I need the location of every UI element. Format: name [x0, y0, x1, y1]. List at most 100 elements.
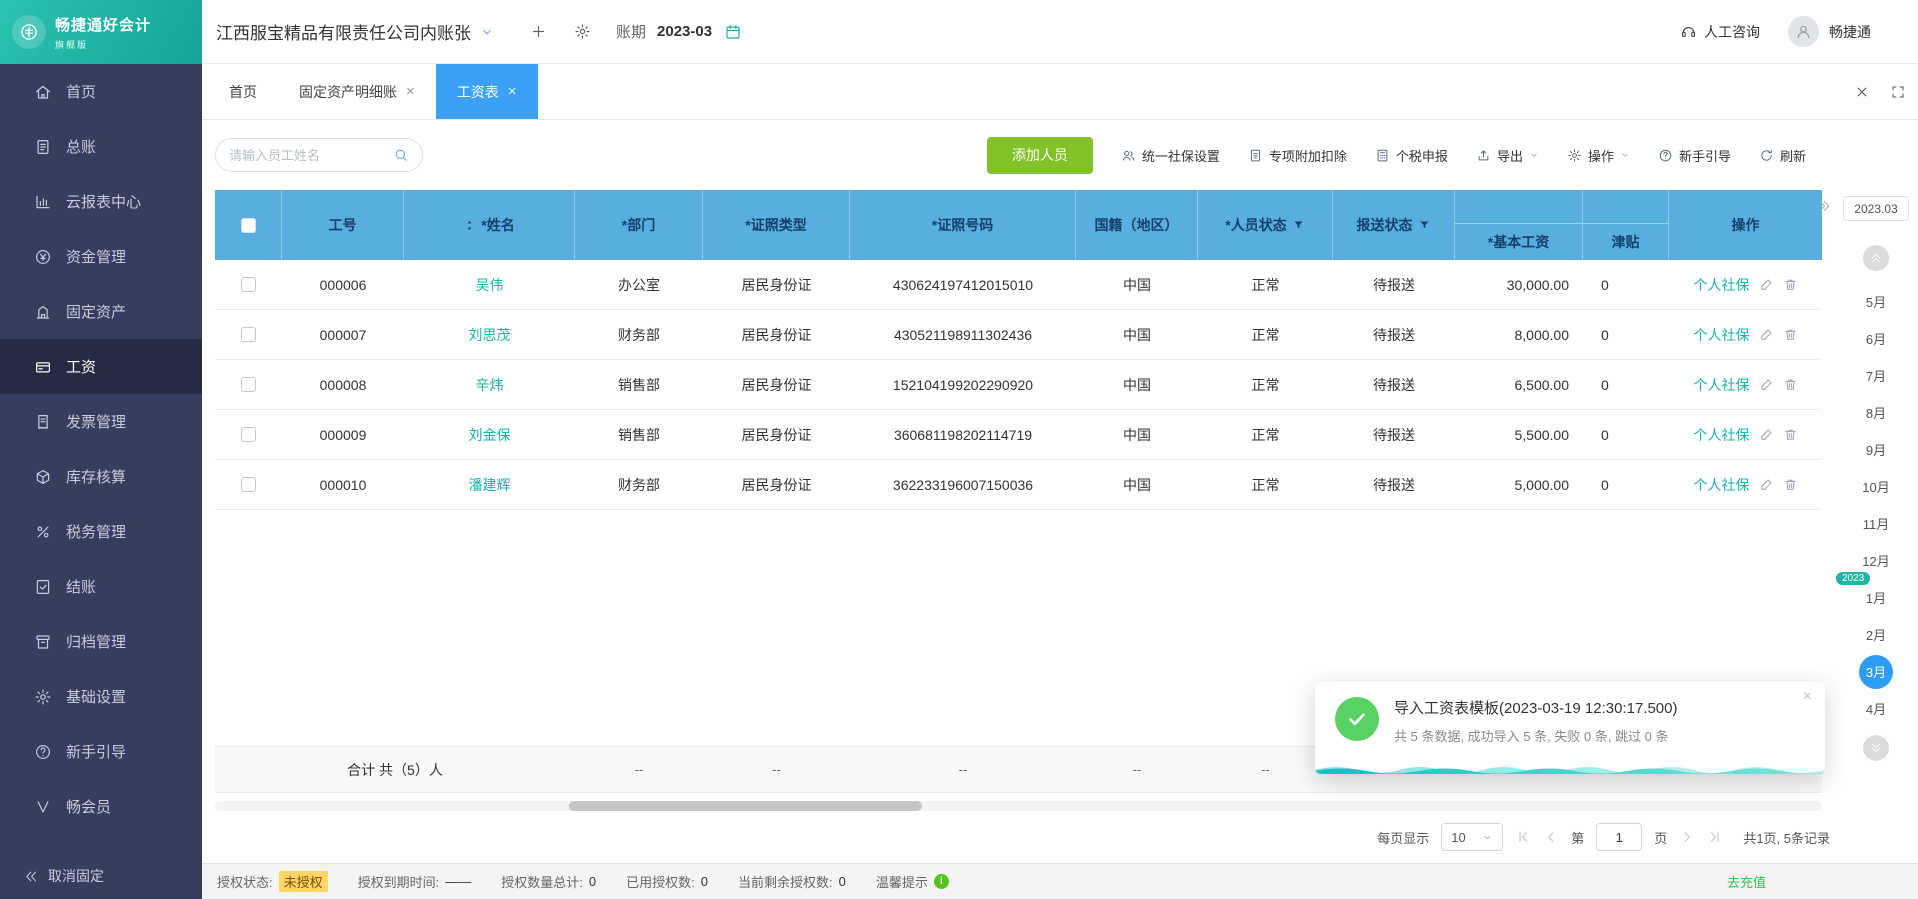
month-item[interactable]: 11月: [1834, 505, 1918, 542]
next-page-icon[interactable]: [1679, 829, 1695, 845]
expand-panel-icon[interactable]: [1816, 198, 1832, 214]
period-value[interactable]: 2023-03: [657, 23, 712, 40]
scroll-up-button[interactable]: [1863, 245, 1889, 271]
first-page-icon[interactable]: [1515, 829, 1531, 845]
close-icon[interactable]: [1854, 84, 1870, 100]
page-input[interactable]: [1596, 823, 1643, 851]
sidebar-item-member[interactable]: 畅会员: [0, 779, 202, 834]
employee-name-link[interactable]: 刘思茂: [469, 325, 511, 345]
consult-button[interactable]: 人工咨询: [1680, 22, 1760, 42]
personal-social-security-link[interactable]: 个人社保: [1694, 425, 1750, 445]
add-person-button[interactable]: 添加人员: [986, 136, 1093, 174]
tab-fixed-asset-ledger[interactable]: 固定资产明细账: [278, 64, 436, 119]
delete-icon[interactable]: [1783, 327, 1798, 342]
sidebar-item-general-ledger[interactable]: 总账: [0, 119, 202, 174]
table-row[interactable]: 000009 刘金保 销售部 居民身份证 360681198202114719 …: [215, 410, 1822, 460]
month-item[interactable]: 6月: [1834, 320, 1918, 357]
row-checkbox[interactable]: [241, 427, 256, 442]
table-row[interactable]: 000008 辛炜 销售部 居民身份证 152104199202290920 中…: [215, 360, 1822, 410]
social-security-settings-button[interactable]: 统一社保设置: [1121, 146, 1220, 165]
sidebar-item-funds[interactable]: 资金管理: [0, 229, 202, 284]
filter-icon[interactable]: [1292, 219, 1305, 232]
close-tab-icon[interactable]: [508, 84, 517, 99]
last-page-icon[interactable]: [1707, 829, 1723, 845]
sidebar-item-archive[interactable]: 归档管理: [0, 614, 202, 669]
sidebar-item-inventory[interactable]: 库存核算: [0, 449, 202, 504]
scrollbar-thumb[interactable]: [568, 801, 923, 811]
employee-name-link[interactable]: 吴伟: [476, 275, 504, 295]
gear-icon[interactable]: [574, 23, 591, 40]
month-item[interactable]: 2月: [1834, 616, 1918, 653]
recharge-link[interactable]: 去充值: [1727, 872, 1766, 891]
edit-icon[interactable]: [1759, 277, 1774, 292]
sidebar-item-report-center[interactable]: 云报表中心: [0, 174, 202, 229]
edit-icon[interactable]: [1759, 427, 1774, 442]
month-item[interactable]: 4月: [1834, 690, 1918, 727]
personal-social-security-link[interactable]: 个人社保: [1694, 475, 1750, 495]
scroll-down-button[interactable]: [1863, 735, 1889, 761]
refresh-button[interactable]: 刷新: [1759, 146, 1806, 165]
month-item[interactable]: 10月: [1834, 468, 1918, 505]
user-name[interactable]: 畅捷通: [1829, 22, 1871, 42]
export-button[interactable]: 导出: [1476, 146, 1539, 165]
add-icon[interactable]: [530, 23, 547, 40]
operations-button[interactable]: 操作: [1567, 146, 1630, 165]
month-item[interactable]: 7月: [1834, 357, 1918, 394]
fullscreen-icon[interactable]: [1890, 84, 1906, 100]
cell-name: 辛炜: [404, 360, 575, 409]
tab-salary-sheet[interactable]: 工资表: [435, 64, 538, 119]
edit-icon[interactable]: [1759, 327, 1774, 342]
unpin-sidebar-button[interactable]: 取消固定: [0, 853, 202, 899]
special-deduction-button[interactable]: 专项附加扣除: [1248, 146, 1347, 165]
table-row[interactable]: 000010 潘建辉 财务部 居民身份证 362233196007150036 …: [215, 460, 1822, 510]
row-checkbox[interactable]: [241, 477, 256, 492]
delete-icon[interactable]: [1783, 277, 1798, 292]
delete-icon[interactable]: [1783, 477, 1798, 492]
select-all-checkbox[interactable]: [240, 217, 256, 233]
horizontal-scrollbar[interactable]: [215, 801, 1822, 811]
table-row[interactable]: 000006 吴伟 办公室 居民身份证 430624197412015010 中…: [215, 260, 1822, 310]
sidebar-item-guide[interactable]: 新手引导: [0, 724, 202, 779]
edit-icon[interactable]: [1759, 377, 1774, 392]
delete-icon[interactable]: [1783, 427, 1798, 442]
delete-icon[interactable]: [1783, 377, 1798, 392]
month-item[interactable]: 3月: [1834, 653, 1918, 690]
month-item[interactable]: 5月: [1834, 283, 1918, 320]
prev-page-icon[interactable]: [1543, 829, 1559, 845]
month-item[interactable]: 8月: [1834, 394, 1918, 431]
search-icon[interactable]: [393, 147, 409, 163]
sidebar-item-salary[interactable]: 工资: [0, 339, 202, 394]
search-input[interactable]: [229, 147, 385, 163]
employee-name-link[interactable]: 刘金保: [469, 425, 511, 445]
month-item[interactable]: 9月: [1834, 431, 1918, 468]
sidebar-item-settings[interactable]: 基础设置: [0, 669, 202, 724]
company-selector[interactable]: 江西服宝精品有限责任公司内账张: [216, 19, 494, 44]
avatar[interactable]: [1788, 16, 1819, 47]
personal-social-security-link[interactable]: 个人社保: [1694, 275, 1750, 295]
close-icon[interactable]: [1803, 689, 1812, 705]
personal-social-security-link[interactable]: 个人社保: [1694, 375, 1750, 395]
edit-icon[interactable]: [1759, 477, 1774, 492]
row-checkbox[interactable]: [241, 277, 256, 292]
employee-name-link[interactable]: 潘建辉: [469, 475, 511, 495]
row-checkbox[interactable]: [241, 327, 256, 342]
sidebar-item-closing[interactable]: 结账: [0, 559, 202, 614]
sidebar-item-fixed-assets[interactable]: 固定资产: [0, 284, 202, 339]
sidebar-item-invoice[interactable]: 发票管理: [0, 394, 202, 449]
filter-icon[interactable]: [1418, 219, 1431, 232]
sort-icon[interactable]: [463, 219, 476, 232]
guide-button[interactable]: 新手引导: [1658, 146, 1731, 165]
tax-filing-button[interactable]: 个税申报: [1375, 146, 1448, 165]
info-icon[interactable]: [933, 874, 949, 889]
close-tab-icon[interactable]: [406, 84, 415, 99]
personal-social-security-link[interactable]: 个人社保: [1694, 325, 1750, 345]
table-row[interactable]: 000007 刘思茂 财务部 居民身份证 430521198911302436 …: [215, 310, 1822, 360]
sidebar-item-home[interactable]: 首页: [0, 64, 202, 119]
per-page-select[interactable]: 10: [1441, 823, 1504, 851]
tab-home[interactable]: 首页: [208, 64, 278, 119]
calendar-icon[interactable]: [724, 23, 742, 41]
col-name[interactable]: *姓名: [404, 190, 575, 260]
sidebar-item-tax[interactable]: 税务管理: [0, 504, 202, 559]
employee-name-link[interactable]: 辛炜: [476, 375, 504, 395]
row-checkbox[interactable]: [241, 377, 256, 392]
